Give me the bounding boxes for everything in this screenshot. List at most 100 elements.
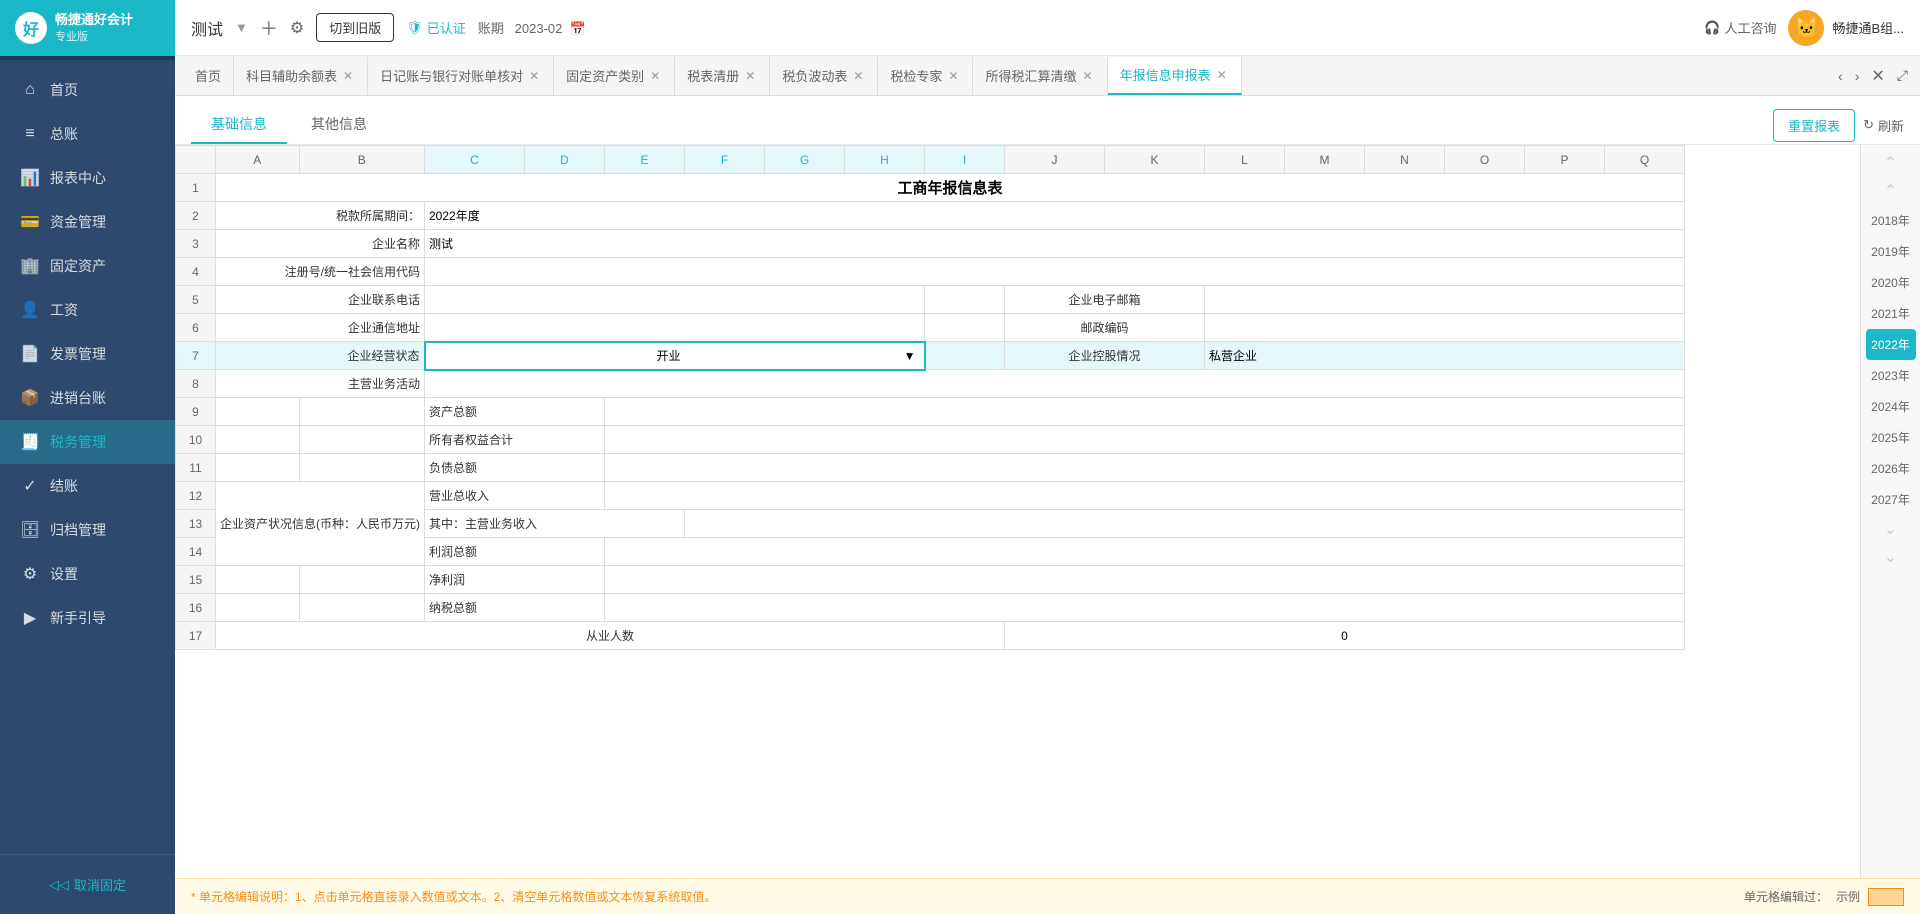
cell-title[interactable]: 工商年报信息表 bbox=[216, 174, 1685, 202]
sidebar-item-tax[interactable]: 🧾 税务管理 bbox=[0, 420, 175, 464]
switch-version-button[interactable]: 切到旧版 bbox=[316, 13, 394, 42]
tab-journal-bank[interactable]: 日记账与银行对账单核对 ✕ bbox=[368, 57, 554, 95]
col-header-L[interactable]: L bbox=[1205, 146, 1285, 174]
col-header-I[interactable]: I bbox=[925, 146, 1005, 174]
cell-profit-value[interactable] bbox=[605, 538, 1685, 566]
sidebar-item-invoices[interactable]: 📄 发票管理 bbox=[0, 332, 175, 376]
col-header-G[interactable]: G bbox=[765, 146, 845, 174]
cell-net-profit-value[interactable] bbox=[605, 566, 1685, 594]
sidebar-item-fixed-assets[interactable]: 🏢 固定资产 bbox=[0, 244, 175, 288]
sidebar-item-ledger[interactable]: ≡ 总账 bbox=[0, 112, 175, 156]
year-item-2024[interactable]: 2024年 bbox=[1866, 391, 1916, 422]
cell-total-assets-value[interactable] bbox=[605, 398, 1685, 426]
tab-prev-button[interactable]: ‹ bbox=[1834, 64, 1847, 88]
reset-report-button[interactable]: 重置报表 bbox=[1773, 109, 1855, 142]
year-item-2025[interactable]: 2025年 bbox=[1866, 422, 1916, 453]
topbar-dropdown-arrow[interactable]: ▼ bbox=[235, 20, 248, 35]
sub-tab-other[interactable]: 其他信息 bbox=[291, 106, 387, 144]
year-item-2018[interactable]: 2018年 bbox=[1866, 205, 1916, 236]
tab-next-button[interactable]: › bbox=[1851, 64, 1864, 88]
year-item-2027[interactable]: 2027年 bbox=[1866, 484, 1916, 515]
cell-main-revenue-value[interactable] bbox=[685, 510, 1685, 538]
sidebar-item-wages[interactable]: 👤 工资 bbox=[0, 288, 175, 332]
spreadsheet[interactable]: A B C D E F G H I J K L bbox=[175, 145, 1860, 878]
cell-employees-value[interactable]: 0 bbox=[1005, 622, 1685, 650]
tab-close-income[interactable]: ✕ bbox=[1081, 67, 1095, 85]
tab-tax-expert[interactable]: 税检专家 ✕ bbox=[878, 57, 973, 95]
cell-tax-total-value[interactable] bbox=[605, 594, 1685, 622]
sidebar-item-settings[interactable]: ⚙ 设置 bbox=[0, 552, 175, 596]
col-header-Q[interactable]: Q bbox=[1605, 146, 1685, 174]
tab-expand-button[interactable]: ⤢ bbox=[1893, 63, 1912, 88]
tab-annual-report[interactable]: 年报信息申报表 ✕ bbox=[1108, 57, 1242, 95]
tab-aux-balance[interactable]: 科目辅助余额表 ✕ bbox=[234, 57, 368, 95]
home-icon: ⌂ bbox=[20, 81, 40, 99]
refresh-button[interactable]: ↻ 刷新 bbox=[1863, 116, 1904, 135]
cell-total-revenue-value[interactable] bbox=[605, 482, 1685, 510]
col-header-O[interactable]: O bbox=[1445, 146, 1525, 174]
tab-close-fluctuation[interactable]: ✕ bbox=[851, 67, 865, 85]
cell-reg-value[interactable] bbox=[425, 258, 1685, 286]
cell-liability-value[interactable] bbox=[605, 454, 1685, 482]
sidebar-item-archive[interactable]: 🗄 归档管理 bbox=[0, 508, 175, 552]
tab-close-fixed[interactable]: ✕ bbox=[648, 67, 662, 85]
tab-income-tax[interactable]: 所得税汇算清缴 ✕ bbox=[973, 57, 1107, 95]
tab-close-annual[interactable]: ✕ bbox=[1215, 66, 1229, 84]
cell-equity-value[interactable] bbox=[605, 426, 1685, 454]
tab-tax-schedule[interactable]: 税表清册 ✕ bbox=[675, 57, 770, 95]
col-header-D[interactable]: D bbox=[525, 146, 605, 174]
cell-email-value[interactable] bbox=[1205, 286, 1685, 314]
tab-close-expert[interactable]: ✕ bbox=[946, 67, 960, 85]
tab-close-all-button[interactable]: ✕ bbox=[1867, 62, 1888, 90]
col-header-J[interactable]: J bbox=[1005, 146, 1105, 174]
tab-home[interactable]: 首页 bbox=[183, 57, 234, 95]
cell-period-value[interactable]: 2022年度 bbox=[425, 202, 1685, 230]
year-scroll-up[interactable]: ⌃ bbox=[1880, 149, 1901, 177]
year-item-2022[interactable]: 2022年 bbox=[1866, 329, 1916, 360]
col-header-M[interactable]: M bbox=[1285, 146, 1365, 174]
tab-close-aux[interactable]: ✕ bbox=[341, 67, 355, 85]
logo-text: 畅捷通好会计 bbox=[55, 12, 133, 29]
sidebar-item-settlement[interactable]: ✓ 结账 bbox=[0, 464, 175, 508]
cell-postcode-value[interactable] bbox=[1205, 314, 1685, 342]
col-header-P[interactable]: P bbox=[1525, 146, 1605, 174]
cell-phone-value[interactable] bbox=[425, 286, 925, 314]
col-header-E[interactable]: E bbox=[605, 146, 685, 174]
year-item-2026[interactable]: 2026年 bbox=[1866, 453, 1916, 484]
service-button[interactable]: 🎧 人工咨询 bbox=[1704, 18, 1776, 37]
cell-address-value[interactable] bbox=[425, 314, 925, 342]
tab-close-schedule[interactable]: ✕ bbox=[743, 67, 757, 85]
cell-main-revenue-label: 其中：主营业务收入 bbox=[425, 510, 685, 538]
col-header-A[interactable]: A bbox=[216, 146, 300, 174]
tab-tax-fluctuation[interactable]: 税负波动表 ✕ bbox=[770, 57, 878, 95]
sidebar-item-home[interactable]: ⌂ 首页 bbox=[0, 68, 175, 112]
cell-biz-activity-value[interactable] bbox=[425, 370, 1685, 398]
pin-button[interactable]: ◁◁ 取消固定 bbox=[0, 865, 175, 904]
topbar-add-button[interactable]: ＋ bbox=[260, 15, 278, 41]
year-scroll-up2[interactable]: ⌃ bbox=[1880, 177, 1901, 205]
col-header-C[interactable]: C bbox=[425, 146, 525, 174]
sub-tab-basic[interactable]: 基础信息 bbox=[191, 106, 287, 144]
sidebar-item-funds[interactable]: 💳 资金管理 bbox=[0, 200, 175, 244]
col-header-N[interactable]: N bbox=[1365, 146, 1445, 174]
user-menu[interactable]: 🐱 畅捷通B组... bbox=[1788, 10, 1904, 46]
year-scroll-down[interactable]: ⌄ bbox=[1880, 515, 1901, 543]
cell-holding-value[interactable]: 私营企业 bbox=[1205, 342, 1685, 370]
year-item-2021[interactable]: 2021年 bbox=[1866, 298, 1916, 329]
col-header-F[interactable]: F bbox=[685, 146, 765, 174]
sidebar-item-inventory[interactable]: 📦 进销台账 bbox=[0, 376, 175, 420]
tab-fixed-asset-type[interactable]: 固定资产类别 ✕ bbox=[554, 57, 675, 95]
year-item-2019[interactable]: 2019年 bbox=[1866, 236, 1916, 267]
topbar-settings-button[interactable]: ⚙ bbox=[290, 18, 304, 38]
tab-close-journal[interactable]: ✕ bbox=[527, 67, 541, 85]
sidebar-item-report[interactable]: 📊 报表中心 bbox=[0, 156, 175, 200]
year-item-2020[interactable]: 2020年 bbox=[1866, 267, 1916, 298]
year-item-2023[interactable]: 2023年 bbox=[1866, 360, 1916, 391]
sidebar-item-guide[interactable]: ▶ 新手引导 bbox=[0, 596, 175, 640]
cell-biz-status-value[interactable]: 开业 ▼ bbox=[425, 342, 925, 370]
year-scroll-down2[interactable]: ⌄ bbox=[1880, 543, 1901, 571]
col-header-K[interactable]: K bbox=[1105, 146, 1205, 174]
col-header-B[interactable]: B bbox=[299, 146, 424, 174]
cell-company-value[interactable]: 测试 bbox=[425, 230, 1685, 258]
col-header-H[interactable]: H bbox=[845, 146, 925, 174]
